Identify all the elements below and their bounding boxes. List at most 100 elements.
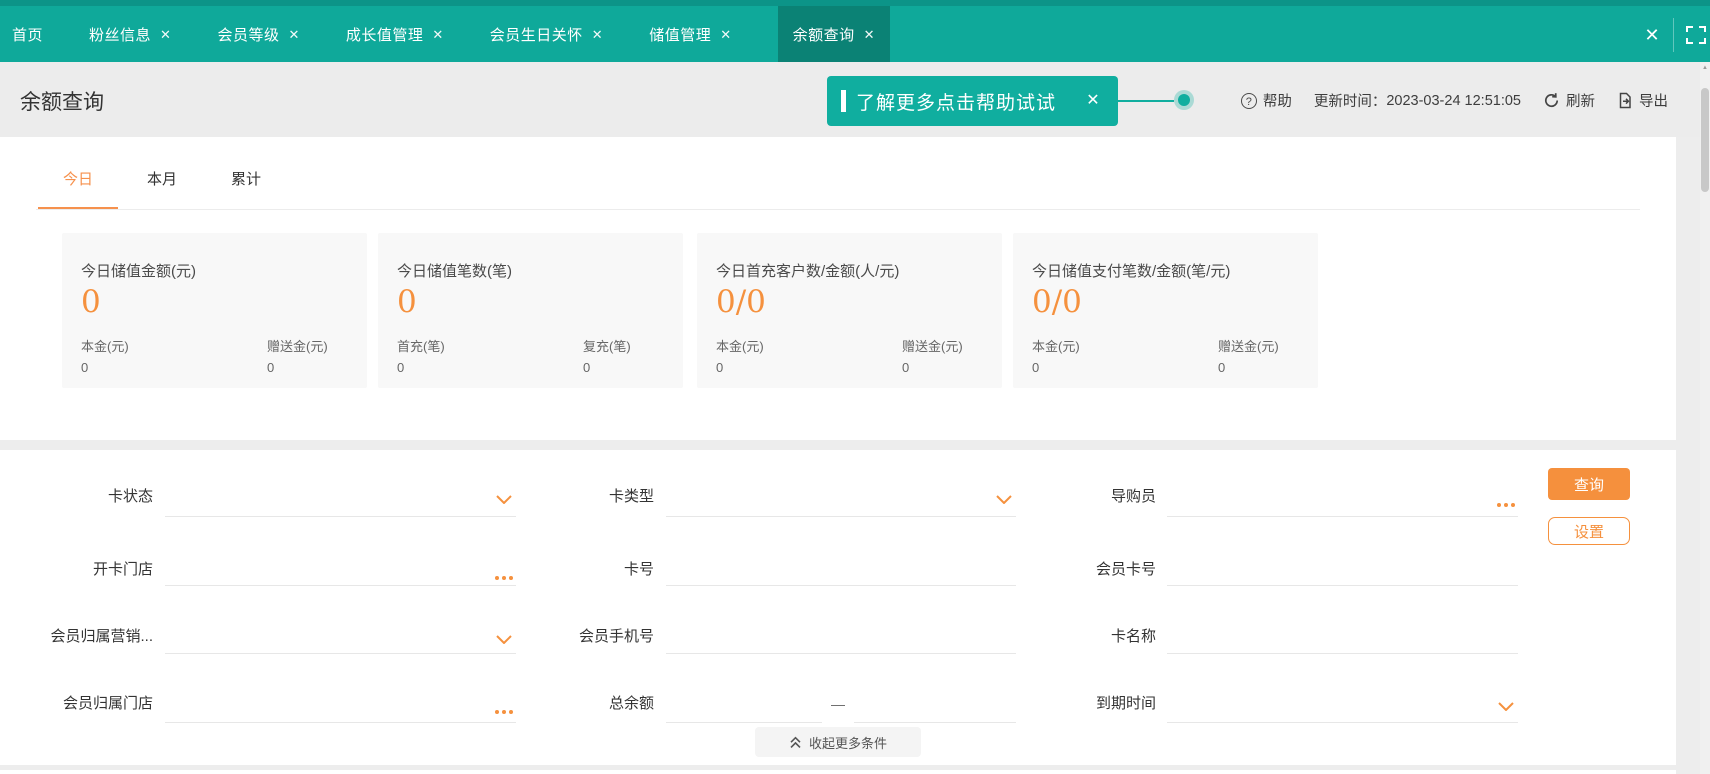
field-label-card-status: 卡状态 <box>107 488 153 505</box>
close-icon[interactable]: ✕ <box>1640 23 1664 47</box>
stat-card: 今日储值支付笔数/金额(笔/元) 0/0 本金(元) 0 赠送金(元) 0 <box>1013 233 1318 388</box>
refresh-label: 刷新 <box>1566 94 1595 110</box>
stat-card-value: 0/0 <box>1032 284 1082 320</box>
stat-sub-label: 赠送金(元) <box>902 339 963 354</box>
tab-label: 余额查询 <box>792 26 855 44</box>
input-member-phone[interactable] <box>666 613 1016 657</box>
window-buttons: ✕ <box>1640 6 1710 62</box>
update-time-label: 更新时间： <box>1313 94 1387 110</box>
tab-label: 会员等级 <box>217 26 280 44</box>
tab-stored-value[interactable]: 储值管理 ✕ <box>649 6 731 62</box>
stat-card: 今日储值笔数(笔) 0 首充(笔) 0 复充(笔) 0 <box>378 233 683 388</box>
underline <box>165 585 516 586</box>
stats-tab-today[interactable]: 今日 <box>36 137 120 210</box>
page-title: 余额查询 <box>20 91 104 114</box>
stat-card-value: 0 <box>397 284 417 320</box>
field-label-member-marketing: 会员归属营销... <box>50 628 153 645</box>
fullscreen-icon[interactable] <box>1685 25 1707 50</box>
help-button[interactable]: ? 帮助 <box>1240 90 1292 111</box>
collapse-more-button[interactable]: 收起更多条件 <box>755 727 921 757</box>
stat-card-title: 今日首充客户数/金额(人/元) <box>716 263 900 280</box>
stat-sub-value: 0 <box>716 360 724 375</box>
tab-close-icon[interactable]: ✕ <box>160 28 171 41</box>
settings-button[interactable]: 设置 <box>1548 517 1630 545</box>
input-total-balance-min[interactable] <box>666 682 822 726</box>
field-label-card-number: 卡号 <box>623 561 654 578</box>
input-member-store[interactable] <box>165 682 516 726</box>
field-label-shopping-guide: 导购员 <box>1110 488 1156 505</box>
update-time-value: 2023-03-24 12:51:05 <box>1386 92 1521 109</box>
tab-growth-value[interactable]: 成长值管理 ✕ <box>346 6 444 62</box>
export-icon <box>1619 92 1631 109</box>
tab-close-icon[interactable]: ✕ <box>432 28 443 41</box>
tab-fans-info[interactable]: 粉丝信息 ✕ <box>89 6 171 62</box>
tabs-divider <box>36 209 1640 210</box>
scrollbar-thumb[interactable] <box>1701 88 1709 192</box>
stat-sub-label: 首充(笔) <box>397 339 445 354</box>
tooltip-text: 了解更多点击帮助试试 <box>856 92 1057 114</box>
divider <box>1673 18 1674 52</box>
search-button[interactable]: 查询 <box>1548 468 1630 500</box>
underline <box>666 516 1016 517</box>
export-button[interactable]: 导出 <box>1617 90 1668 111</box>
tab-label: 储值管理 <box>649 26 712 44</box>
tab-label: 粉丝信息 <box>89 26 152 44</box>
underline <box>165 653 516 654</box>
ellipsis-picker-icon[interactable] <box>1497 494 1515 508</box>
tab-close-icon[interactable]: ✕ <box>288 28 299 41</box>
tab-member-birthday[interactable]: 会员生日关怀 ✕ <box>490 6 603 62</box>
underline <box>666 722 822 723</box>
field-label-member-phone: 会员手机号 <box>578 628 654 645</box>
page-header: 余额查询 了解更多点击帮助试试 ✕ ? 帮助 更新时间： 2023-03-24 … <box>0 62 1710 137</box>
chevron-down-icon[interactable] <box>1498 698 1516 712</box>
stat-sub-value: 0 <box>1032 360 1040 375</box>
tooltip-anchor-dot <box>1178 94 1190 106</box>
stat-card-value: 0/0 <box>716 284 766 320</box>
filter-panel: 卡状态 卡类型 导购员 开卡门店 卡号 会员卡号 会员归属营销... 会员手机号 卡名称 会员归属… <box>0 450 1676 765</box>
stat-card-title: 今日储值支付笔数/金额(笔/元) <box>1032 263 1231 280</box>
input-expire-time[interactable] <box>1167 682 1518 726</box>
scrollbar-up-arrow[interactable]: ▲ <box>1700 65 1710 71</box>
tab-close-icon[interactable]: ✕ <box>864 28 875 41</box>
stat-card-value: 0 <box>81 284 101 320</box>
field-label-card-open-store: 开卡门店 <box>92 561 153 578</box>
underline <box>165 516 516 517</box>
stat-card: 今日首充客户数/金额(人/元) 0/0 本金(元) 0 赠送金(元) 0 <box>697 233 1002 388</box>
stat-card-title: 今日储值笔数(笔) <box>397 263 512 280</box>
tab-close-icon[interactable]: ✕ <box>592 28 603 41</box>
stats-panel: 今日 本月 累计 今日储值金额(元) 0 本金(元) 0 赠送金(元) 0 今日储值笔数(笔) 0… <box>0 137 1676 440</box>
vertical-scrollbar[interactable]: ▲ <box>1700 62 1710 774</box>
stats-tab-total[interactable]: 累计 <box>204 137 288 210</box>
tab-home[interactable]: 首页 <box>12 6 43 62</box>
input-shopping-guide[interactable] <box>1167 476 1518 520</box>
underline <box>666 653 1016 654</box>
double-chevron-up-icon <box>790 736 801 748</box>
stat-sub-label: 赠送金(元) <box>267 339 328 354</box>
input-card-type[interactable] <box>666 476 1016 520</box>
input-card-status[interactable] <box>165 476 516 520</box>
input-card-open-store[interactable] <box>165 545 516 589</box>
stats-tab-month[interactable]: 本月 <box>120 137 204 210</box>
input-card-name[interactable] <box>1167 613 1518 657</box>
export-label: 导出 <box>1639 94 1668 110</box>
tab-member-level[interactable]: 会员等级 ✕ <box>217 6 299 62</box>
input-total-balance-max[interactable] <box>854 682 1016 726</box>
underline <box>666 585 1016 586</box>
tooltip-connector <box>1118 100 1174 102</box>
tooltip-close-icon[interactable]: ✕ <box>1082 90 1104 112</box>
stat-sub-value: 0 <box>583 360 591 375</box>
tab-close-icon[interactable]: ✕ <box>720 28 731 41</box>
tooltip-accent-bar <box>841 90 846 112</box>
field-label-member-card-number: 会员卡号 <box>1095 561 1156 578</box>
input-card-number[interactable] <box>666 545 1016 589</box>
stat-sub-value: 0 <box>267 360 275 375</box>
refresh-button[interactable]: 刷新 <box>1543 90 1595 111</box>
tab-balance-query[interactable]: 余额查询 ✕ <box>777 6 891 62</box>
stat-sub-label: 本金(元) <box>81 339 129 354</box>
input-member-card-number[interactable] <box>1167 545 1518 589</box>
stat-card: 今日储值金额(元) 0 本金(元) 0 赠送金(元) 0 <box>62 233 367 388</box>
tab-label: 会员生日关怀 <box>489 26 583 44</box>
input-member-marketing[interactable] <box>165 613 516 657</box>
underline <box>854 722 1016 723</box>
field-label-card-type: 卡类型 <box>608 488 654 505</box>
